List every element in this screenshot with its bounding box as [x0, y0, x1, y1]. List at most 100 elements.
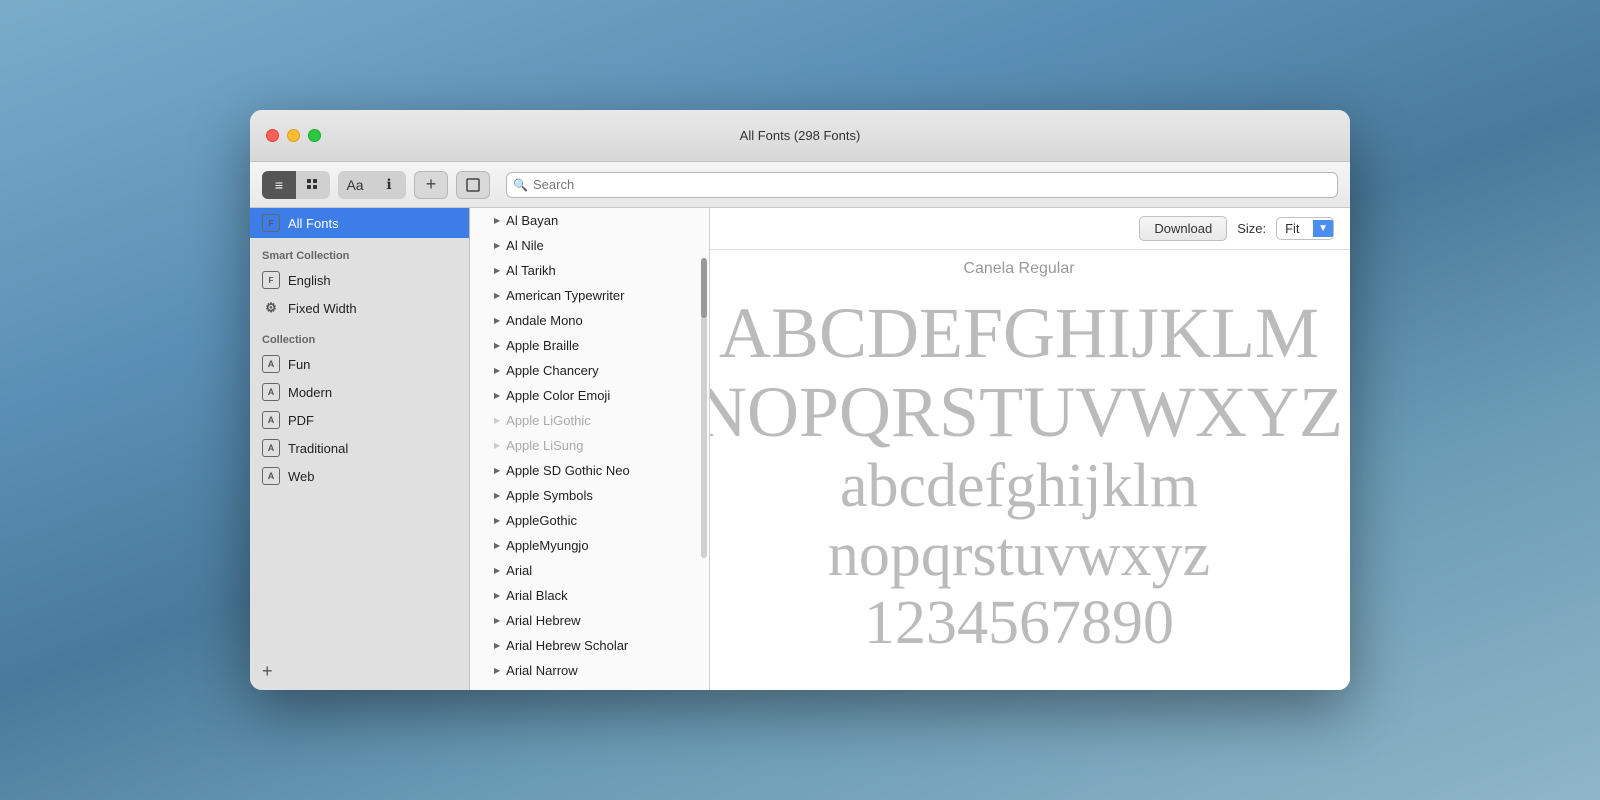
font-expand-arrow: ▶: [494, 241, 500, 250]
font-list-item[interactable]: ▶ Al Tarikh: [470, 258, 709, 283]
font-list-item[interactable]: ▶Apple Braille: [470, 333, 709, 358]
font-list-item[interactable]: ▶Arial Rounded MT Bold: [470, 683, 709, 690]
font-expand-arrow: ▶: [494, 641, 500, 650]
preview-uppercase-line-2: NOPQRSTUVWXYZ: [710, 373, 1343, 452]
preview-mode-button[interactable]: [456, 171, 490, 199]
font-list-item[interactable]: ▶Apple SD Gothic Neo: [470, 458, 709, 483]
sidebar-item-fixed-width[interactable]: ⚙ Fixed Width: [250, 294, 469, 322]
sidebar-item-traditional[interactable]: A Traditional: [250, 434, 469, 462]
font-list-item[interactable]: ▶Apple LiGothic: [470, 408, 709, 433]
sidebar-item-modern-label: Modern: [288, 385, 332, 400]
font-name-label: Apple Braille: [506, 338, 579, 353]
font-list-item[interactable]: ▶Al Nile: [470, 233, 709, 258]
sidebar-item-pdf-label: PDF: [288, 413, 314, 428]
sidebar-item-fun[interactable]: A Fun: [250, 350, 469, 378]
sidebar-item-english-label: English: [288, 273, 331, 288]
add-button[interactable]: +: [250, 653, 469, 690]
preview-content: Canela Regular ABCDEFGHIJKLM NOPQRSTUVWX…: [710, 250, 1350, 690]
english-font-icon: F: [262, 271, 280, 289]
search-icon: 🔍: [513, 178, 528, 192]
font-expand-arrow: ▶: [494, 291, 500, 300]
preview-pane: Download Size: Fit ▼ Canela Regular ABCD…: [710, 208, 1350, 690]
font-list-items: ▶Al Bayan▶Al Nile▶Al Tarikh▶American Typ…: [470, 208, 709, 690]
info-button[interactable]: ℹ: [372, 171, 406, 199]
sidebar-item-english[interactable]: F English: [250, 266, 469, 294]
font-name-label: Al Tarikh: [506, 263, 556, 278]
font-list-item[interactable]: ▶Apple Chancery: [470, 358, 709, 383]
font-name-label: Arial Hebrew: [506, 613, 580, 628]
sidebar-item-web-label: Web: [288, 469, 315, 484]
font-expand-arrow: ▶: [494, 666, 500, 675]
font-name-label: Al Bayan: [506, 213, 558, 228]
sidebar: F All Fonts Smart Collection F English ⚙…: [250, 208, 470, 690]
font-list-scrollbar-thumb[interactable]: [701, 258, 707, 318]
toolbar: ≡ Aa ℹ + 🔍: [250, 162, 1350, 208]
font-list-item[interactable]: ▶ Arial Black: [470, 583, 709, 608]
font-expand-arrow: ▶: [494, 516, 500, 525]
sidebar-item-pdf[interactable]: A PDF: [250, 406, 469, 434]
font-list-item[interactable]: ▶ Arial Narrow: [470, 658, 709, 683]
preview-lowercase-line-2: nopqrstuvwxyz: [828, 521, 1210, 589]
sidebar-item-all-fonts[interactable]: F All Fonts: [250, 208, 469, 238]
font-list-item[interactable]: ▶AppleGothic: [470, 508, 709, 533]
size-dropdown-arrow[interactable]: ▼: [1313, 220, 1333, 237]
traffic-lights: [266, 129, 321, 142]
minimize-button[interactable]: [287, 129, 300, 142]
modern-icon: A: [262, 383, 280, 401]
add-collection-button[interactable]: +: [414, 171, 448, 199]
search-input[interactable]: [506, 172, 1338, 198]
font-expand-arrow: ▶: [494, 391, 500, 400]
font-list-item[interactable]: ▶Apple LiSung: [470, 433, 709, 458]
font-list-item[interactable]: ▶Apple Color Emoji: [470, 383, 709, 408]
sidebar-item-fun-label: Fun: [288, 357, 310, 372]
font-list[interactable]: ▶Al Bayan▶Al Nile▶Al Tarikh▶American Typ…: [470, 208, 710, 690]
font-expand-arrow: ▶: [494, 616, 500, 625]
size-select[interactable]: Fit ▼: [1276, 217, 1334, 240]
traditional-icon: A: [262, 439, 280, 457]
size-value: Fit: [1277, 218, 1313, 239]
main-content: F All Fonts Smart Collection F English ⚙…: [250, 208, 1350, 690]
font-preview-button[interactable]: Aa: [338, 171, 372, 199]
font-expand-arrow: ▶: [494, 566, 500, 575]
font-name-label: Apple LiGothic: [506, 413, 591, 428]
font-name-label: Arial Narrow: [506, 663, 578, 678]
smart-collection-label: Smart Collection: [250, 238, 469, 266]
font-list-item[interactable]: ▶ AppleMyungjo: [470, 533, 709, 558]
font-name-label: AppleMyungjo: [506, 538, 588, 553]
font-list-scrollbar[interactable]: [701, 258, 707, 558]
sidebar-item-web[interactable]: A Web: [250, 462, 469, 490]
font-name-label: Arial Rounded MT Bold: [506, 688, 640, 690]
font-expand-arrow: ▶: [494, 266, 500, 275]
font-list-item[interactable]: ▶ Apple Symbols: [470, 483, 709, 508]
preview-font-name: Canela Regular: [963, 260, 1074, 278]
close-button[interactable]: [266, 129, 279, 142]
font-list-item[interactable]: ▶ Arial Hebrew: [470, 608, 709, 633]
font-expand-arrow: ▶: [494, 541, 500, 550]
size-label: Size:: [1237, 221, 1266, 236]
list-view-button[interactable]: ≡: [262, 171, 296, 199]
maximize-button[interactable]: [308, 129, 321, 142]
font-name-label: Apple Symbols: [506, 488, 593, 503]
font-name-label: Andale Mono: [506, 313, 583, 328]
font-controls-group: Aa ℹ: [338, 171, 406, 199]
font-list-item[interactable]: ▶ American Typewriter: [470, 283, 709, 308]
font-expand-arrow: ▶: [494, 591, 500, 600]
pdf-icon: A: [262, 411, 280, 429]
preview-numbers: 1234567890: [864, 589, 1174, 657]
sidebar-item-modern[interactable]: A Modern: [250, 378, 469, 406]
font-name-label: Arial Black: [506, 588, 567, 603]
grid-view-button[interactable]: [296, 171, 330, 199]
font-expand-arrow: ▶: [494, 491, 500, 500]
font-expand-arrow: ▶: [494, 316, 500, 325]
font-expand-arrow: ▶: [494, 441, 500, 450]
font-name-label: American Typewriter: [506, 288, 624, 303]
all-fonts-icon: F: [262, 214, 280, 232]
font-list-item[interactable]: ▶ Al Bayan: [470, 208, 709, 233]
download-button[interactable]: Download: [1139, 216, 1227, 241]
font-list-item[interactable]: ▶Arial Hebrew Scholar: [470, 633, 709, 658]
font-name-label: Apple SD Gothic Neo: [506, 463, 630, 478]
font-expand-arrow: ▶: [494, 216, 500, 225]
search-bar: 🔍: [506, 172, 1338, 198]
font-list-item[interactable]: ▶ Andale Mono: [470, 308, 709, 333]
font-list-item[interactable]: ▶Arial: [470, 558, 709, 583]
